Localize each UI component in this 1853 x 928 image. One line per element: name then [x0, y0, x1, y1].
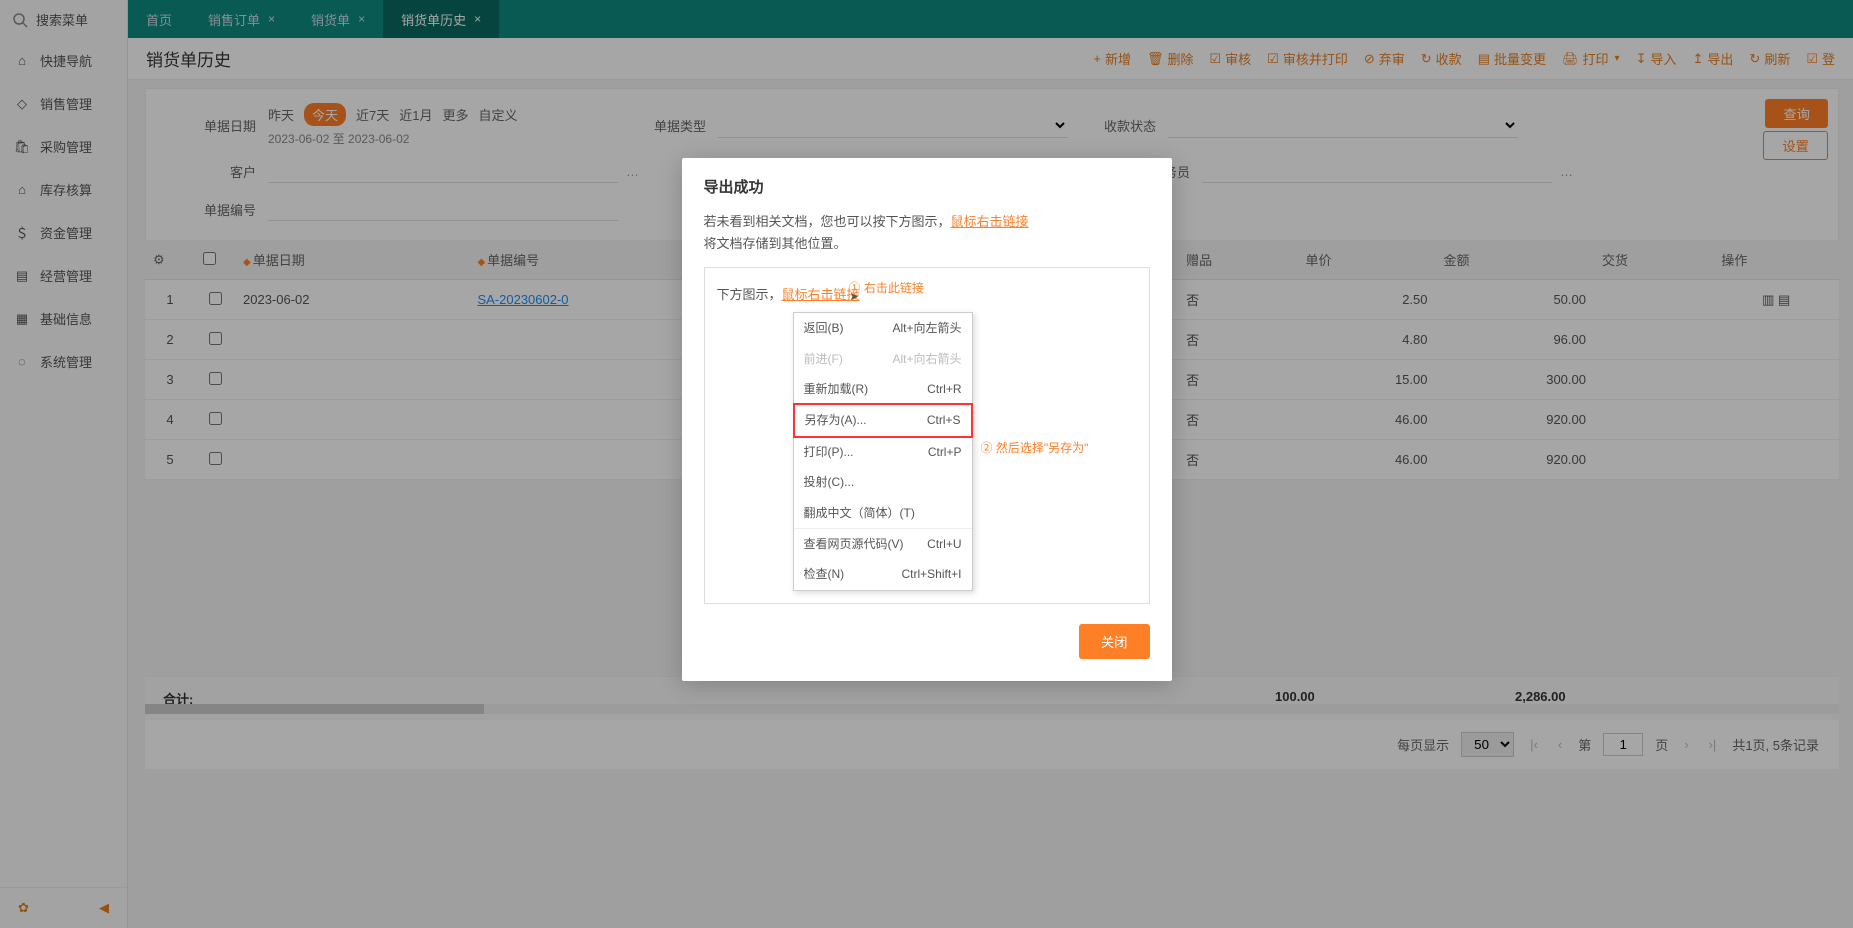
context-menu-item: 前进(F)Alt+向右箭头 [794, 344, 972, 374]
modal-body: 若未看到相关文档，您也可以按下方图示，鼠标右击链接 将文档存储到其他位置。 ① … [682, 207, 1172, 624]
context-menu-item: 查看网页源代码(V)Ctrl+U [794, 528, 972, 559]
modal-text-1a: 若未看到相关文档，您也可以按下方图示， [704, 214, 951, 229]
modal-rightclick-link[interactable]: 鼠标右击链接 [951, 214, 1029, 229]
modal-close-button[interactable]: 关闭 [1079, 624, 1150, 659]
modal-title: 导出成功 [682, 158, 1172, 207]
modal-instruction-image: ① 右击此链接 下方图示，鼠标右击链接 ➤ 返回(B)Alt+向左箭头前进(F)… [704, 267, 1150, 604]
cursor-icon: ➤ [850, 288, 859, 307]
modal-hint-prefix: 下方图示， [717, 284, 782, 306]
export-success-modal: 导出成功 若未看到相关文档，您也可以按下方图示，鼠标右击链接 将文档存储到其他位… [682, 158, 1172, 681]
context-menu-item: 重新加载(R)Ctrl+R [794, 374, 972, 404]
context-menu-item: 另存为(A)...Ctrl+S [793, 403, 973, 437]
modal-footer: 关闭 [682, 624, 1172, 681]
context-menu-item: 检查(N)Ctrl+Shift+I [794, 559, 972, 589]
context-menu-example: 返回(B)Alt+向左箭头前进(F)Alt+向右箭头重新加载(R)Ctrl+R另… [793, 312, 973, 591]
context-menu-item: 返回(B)Alt+向左箭头 [794, 313, 972, 343]
context-menu-item: 打印(P)...Ctrl+P [794, 437, 972, 467]
modal-note-2: ② 然后选择"另存为" [981, 438, 1089, 458]
modal-overlay: 导出成功 若未看到相关文档，您也可以按下方图示，鼠标右击链接 将文档存储到其他位… [0, 0, 1853, 928]
context-menu-item: 投射(C)... [794, 467, 972, 497]
modal-text-2: 将文档存储到其他位置。 [704, 233, 1150, 255]
context-menu-item: 翻成中文（简体）(T) [794, 498, 972, 528]
modal-note-1: ① 右击此链接 [849, 278, 924, 298]
